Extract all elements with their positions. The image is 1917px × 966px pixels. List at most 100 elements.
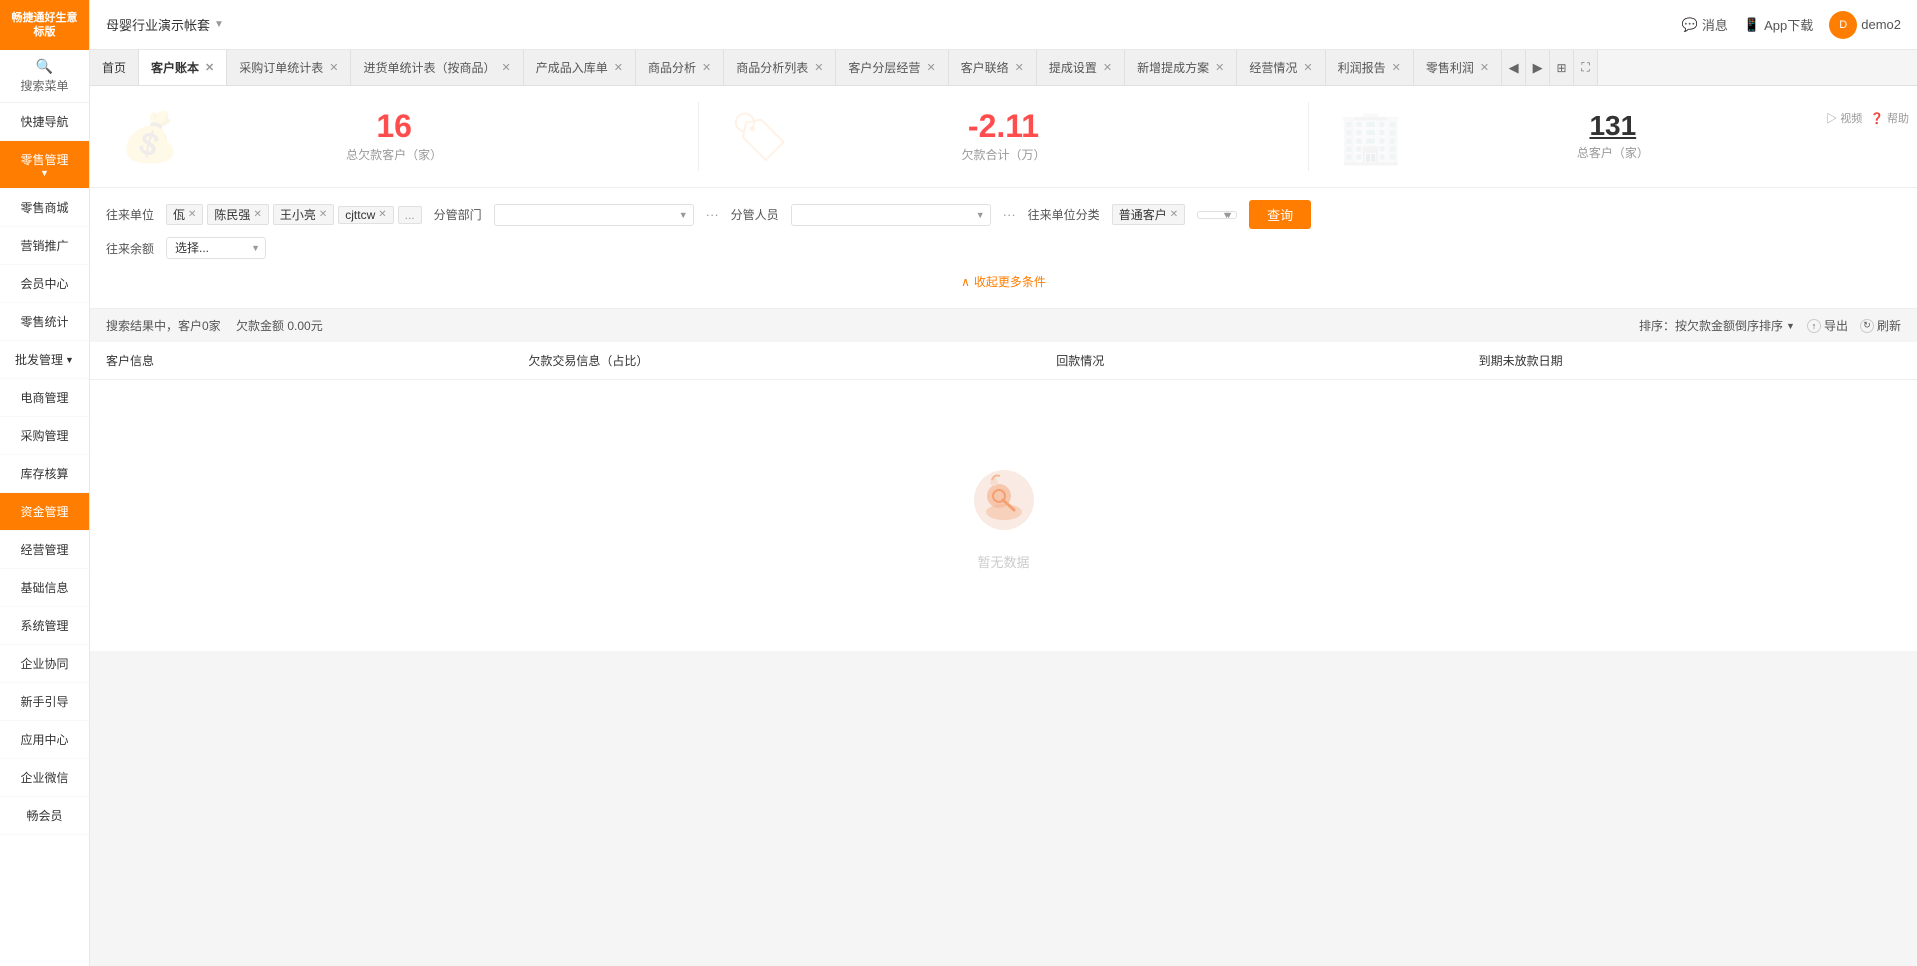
filter-row-1: 往来单位 佤 ✕ 陈民强 ✕ 王小亮 ✕ cjttcw <box>106 200 1901 229</box>
tab-expand-button[interactable]: ⊞ <box>1550 50 1574 86</box>
unit-class-tags: 普通客户 ✕ <box>1112 204 1185 225</box>
company-name: 母婴行业演示帐套 <box>106 15 210 34</box>
tag-close-wang[interactable]: ✕ <box>319 209 327 220</box>
company-selector[interactable]: 母婴行业演示帐套 ▼ <box>106 15 224 34</box>
tab-close-icon[interactable]: ✕ <box>1392 61 1401 74</box>
balance-select[interactable]: 选择... <box>166 237 266 259</box>
filter-tag-chen: 陈民强 ✕ <box>207 204 268 225</box>
dept-input[interactable] <box>494 204 694 226</box>
sidebar-item-wholesale[interactable]: 批发管理 ▼ <box>0 341 89 379</box>
tab-incoming-goods[interactable]: 进货单统计表（按商品） ✕ <box>351 50 523 86</box>
tab-close-icon[interactable]: ✕ <box>814 61 823 74</box>
tab-close-icon[interactable]: ✕ <box>502 61 511 74</box>
tab-commission-settings[interactable]: 提成设置 ✕ <box>1037 50 1125 86</box>
sort-button[interactable]: 排序：按欠款金额倒序排序 ▼ <box>1639 317 1795 334</box>
tab-fullscreen-button[interactable]: ⛶ <box>1574 50 1598 86</box>
filter-tag-normal-customer: 普通客户 ✕ <box>1112 204 1185 225</box>
collapse-button[interactable]: ∧ 收起更多条件 <box>106 267 1901 296</box>
results-bar-right: 排序：按欠款金额倒序排序 ▼ ↑ 导出 ↻ 刷新 <box>1639 317 1901 334</box>
sidebar-item-new-guide[interactable]: 新手引导 <box>0 683 89 721</box>
tab-close-icon[interactable]: ✕ <box>1015 61 1024 74</box>
tab-close-icon[interactable]: ✕ <box>205 61 214 74</box>
tab-customer-ledger[interactable]: 客户账本 ✕ <box>139 50 227 86</box>
col-header-due-date: 到期未放款日期 <box>1479 352 1901 369</box>
header-left: 母婴行业演示帐套 ▼ <box>106 15 224 34</box>
message-button[interactable]: 💬 消息 <box>1682 15 1728 34</box>
person-dots[interactable]: ··· <box>1003 207 1016 222</box>
sidebar-item-member-center[interactable]: 会员中心 <box>0 265 89 303</box>
tab-close-icon[interactable]: ✕ <box>1480 61 1489 74</box>
sidebar-item-retail-stats[interactable]: 零售统计 <box>0 303 89 341</box>
customer-ledger-label: 客户账本 <box>151 59 199 76</box>
sidebar-logo-text: 畅捷通好生意 标版 <box>12 11 78 40</box>
col-header-debt: 欠款交易信息（占比） <box>528 352 1056 369</box>
sidebar-item-enterprise-wechat[interactable]: 企业微信 <box>0 759 89 797</box>
tab-purchase-order[interactable]: 采购订单统计表 ✕ <box>227 50 351 86</box>
tab-profit-report[interactable]: 利润报告 ✕ <box>1326 50 1414 86</box>
content-area: 💰 16 总欠款客户（家） 🏷 -2.11 欠款合计（万） ▷ 视频 ❓ 帮助 … <box>90 86 1917 966</box>
tab-home[interactable]: 首页 <box>90 50 139 86</box>
sidebar-item-operations[interactable]: 经营管理 <box>0 531 89 569</box>
sidebar-item-ecommerce[interactable]: 电商管理 <box>0 379 89 417</box>
tab-customer-contact[interactable]: 客户联络 ✕ <box>949 50 1037 86</box>
sidebar-item-marketing[interactable]: 营销推广 <box>0 227 89 265</box>
results-text: 搜索结果中，客户0家 <box>106 319 221 333</box>
sidebar-item-retail-mall[interactable]: 零售商城 <box>0 189 89 227</box>
help-btn[interactable]: ❓ 帮助 <box>1870 110 1909 126</box>
filter-tag-cjttcw: cjttcw ✕ <box>338 206 393 224</box>
filter-tag-more[interactable]: ... <box>398 206 422 224</box>
sidebar-item-retail[interactable]: 零售管理 ▼ <box>0 141 89 189</box>
tab-close-icon[interactable]: ✕ <box>1215 61 1224 74</box>
tab-close-icon[interactable]: ✕ <box>614 61 623 74</box>
tab-product-analysis[interactable]: 商品分析 ✕ <box>636 50 724 86</box>
refresh-button[interactable]: ↻ 刷新 <box>1860 317 1901 334</box>
message-label: 消息 <box>1702 15 1728 34</box>
tab-close-icon[interactable]: ✕ <box>1103 61 1112 74</box>
tag-close-chen[interactable]: ✕ <box>253 209 261 220</box>
sidebar-item-basic-info[interactable]: 基础信息 <box>0 569 89 607</box>
tab-close-icon[interactable]: ✕ <box>1303 61 1312 74</box>
tab-business-status[interactable]: 经营情况 ✕ <box>1237 50 1325 86</box>
sidebar-logo: 畅捷通好生意 标版 <box>0 0 89 50</box>
tab-product-storage[interactable]: 产成品入库单 ✕ <box>524 50 636 86</box>
tab-customer-segment[interactable]: 客户分层经营 ✕ <box>836 50 948 86</box>
tab-close-icon[interactable]: ✕ <box>702 61 711 74</box>
sidebar-item-system[interactable]: 系统管理 <box>0 607 89 645</box>
sidebar-item-enterprise-collab[interactable]: 企业协同 <box>0 645 89 683</box>
stat-label-1: 总欠款客户（家） <box>346 146 442 163</box>
col-header-repayment: 回款情况 <box>1056 352 1478 369</box>
person-input[interactable] <box>791 204 991 226</box>
tab-new-commission[interactable]: 新增提成方案 ✕ <box>1125 50 1237 86</box>
tab-prev-button[interactable]: ◀ <box>1502 50 1526 86</box>
video-help-btn[interactable]: ▷ 视频 <box>1826 110 1862 126</box>
dept-dots[interactable]: ··· <box>706 207 719 222</box>
sidebar-item-search[interactable]: 🔍 搜索菜单 <box>0 50 89 103</box>
tab-close-icon[interactable]: ✕ <box>926 61 935 74</box>
sidebar-item-purchase[interactable]: 采购管理 <box>0 417 89 455</box>
stat-label-2: 欠款合计（万） <box>961 146 1045 163</box>
sidebar-item-app-center[interactable]: 应用中心 <box>0 721 89 759</box>
sidebar-item-finance[interactable]: 资金管理 <box>0 493 89 531</box>
tab-next-button[interactable]: ▶ <box>1526 50 1550 86</box>
unit-class-select-wrapper[interactable]: ▼ <box>1197 211 1237 219</box>
sort-label: 排序：按欠款金额倒序排序 <box>1639 317 1783 334</box>
user-profile[interactable]: D demo2 <box>1829 11 1901 39</box>
query-button[interactable]: 查询 <box>1249 200 1311 229</box>
tab-product-analysis-list[interactable]: 商品分析列表 ✕ <box>724 50 836 86</box>
sidebar-item-quick-nav[interactable]: 快捷导航 <box>0 103 89 141</box>
tab-close-icon[interactable]: ✕ <box>329 61 338 74</box>
sidebar-item-inventory[interactable]: 库存核算 <box>0 455 89 493</box>
sidebar-item-chang-member[interactable]: 畅会员 <box>0 797 89 835</box>
avatar: D <box>1829 11 1857 39</box>
tag-close-cjttcw[interactable]: ✕ <box>378 209 386 220</box>
export-button[interactable]: ↑ 导出 <box>1807 317 1848 334</box>
refresh-icon: ↻ <box>1860 319 1874 333</box>
person-filter-label: 分管人员 <box>731 206 779 223</box>
tag-close-wa[interactable]: ✕ <box>188 209 196 220</box>
unit-class-label: 往来单位分类 <box>1028 206 1100 223</box>
app-download-button[interactable]: 📱 App下载 <box>1744 15 1813 34</box>
stat-number-3[interactable]: 131 <box>1589 112 1636 140</box>
tag-close-normal-customer[interactable]: ✕ <box>1170 209 1178 220</box>
unit-tags: 佤 ✕ 陈民强 ✕ 王小亮 ✕ cjttcw ✕ <box>166 204 422 225</box>
tab-retail-profit[interactable]: 零售利润 ✕ <box>1414 50 1502 86</box>
